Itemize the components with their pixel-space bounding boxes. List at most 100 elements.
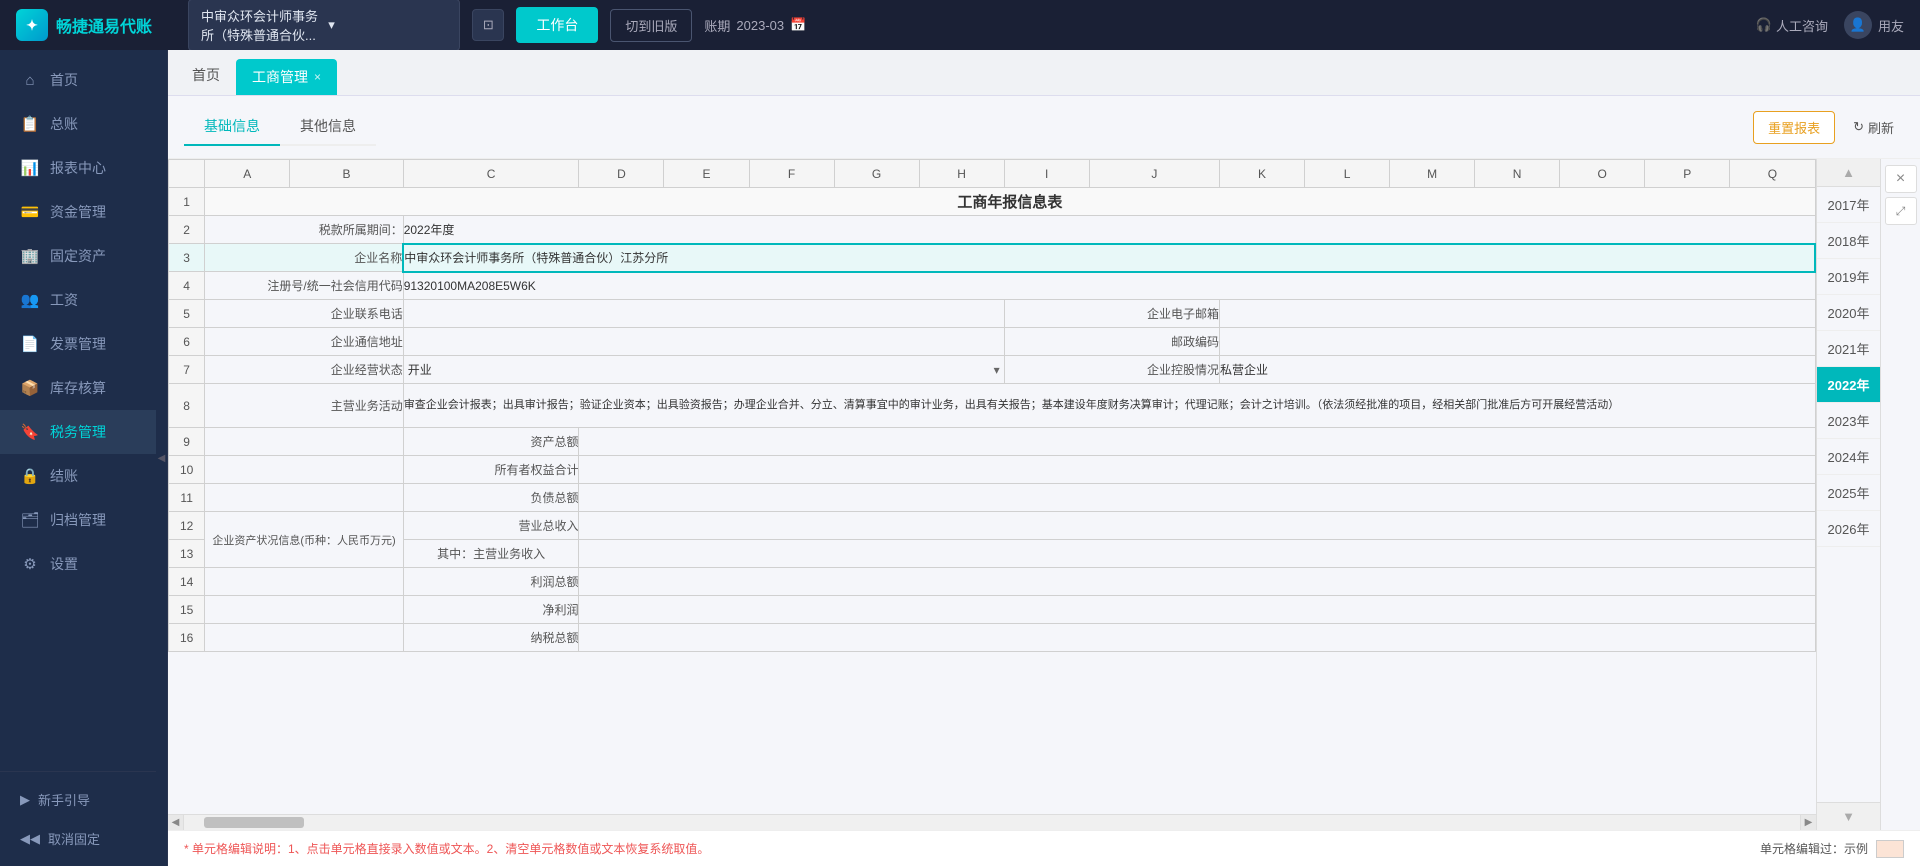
- row-num-9: 9: [169, 428, 205, 456]
- h-scroll-right-btn[interactable]: ▶: [1800, 815, 1816, 830]
- cell-16-label: 纳税总额: [403, 624, 579, 652]
- col-header-B[interactable]: B: [290, 160, 403, 188]
- col-header-C[interactable]: C: [403, 160, 579, 188]
- h-scroll-track[interactable]: [184, 815, 1800, 830]
- cell-12-value[interactable]: [579, 512, 1815, 540]
- col-header-L[interactable]: L: [1305, 160, 1390, 188]
- tab-home[interactable]: 首页: [176, 57, 236, 95]
- cell-5-left-value[interactable]: [403, 300, 1004, 328]
- cell-9-value[interactable]: [579, 428, 1815, 456]
- h-scroll-left-btn[interactable]: ◀: [168, 815, 184, 830]
- sidebar-item-tax[interactable]: 🔖 税务管理: [0, 410, 168, 454]
- unpin-button[interactable]: ◀◀ 取消固定: [0, 819, 168, 858]
- table-row: 12 企业资产状况信息(币种：人民币万元) 营业总收入: [169, 512, 1816, 540]
- year-2023[interactable]: 2023年: [1817, 403, 1880, 439]
- expand-panel-button[interactable]: ⤢: [1885, 197, 1917, 225]
- service-button[interactable]: 🎧 人工咨询: [1756, 16, 1828, 35]
- sidebar-item-wage[interactable]: 👥 工资: [0, 278, 168, 322]
- cell-14-value[interactable]: [579, 568, 1815, 596]
- copy-button[interactable]: ⊡: [472, 9, 504, 41]
- year-2019[interactable]: 2019年: [1817, 259, 1880, 295]
- new-user-guide[interactable]: ▶ 新手引导: [0, 780, 168, 819]
- sidebar-item-close[interactable]: 🔒 结账: [0, 454, 168, 498]
- cell-5-right-value[interactable]: [1220, 300, 1815, 328]
- h-scrollbar[interactable]: ◀ ▶: [168, 814, 1816, 830]
- col-header-E[interactable]: E: [664, 160, 749, 188]
- sidebar-item-report[interactable]: 📊 报表中心: [0, 146, 168, 190]
- cell-6-left-value[interactable]: [403, 328, 1004, 356]
- cell-11-value[interactable]: [579, 484, 1815, 512]
- col-header-K[interactable]: K: [1220, 160, 1305, 188]
- col-header-F[interactable]: F: [749, 160, 834, 188]
- tab-other-info[interactable]: 其他信息: [280, 108, 376, 146]
- year-2020[interactable]: 2020年: [1817, 295, 1880, 331]
- col-header-I[interactable]: I: [1004, 160, 1089, 188]
- cell-15-value[interactable]: [579, 596, 1815, 624]
- report-icon: 📊: [20, 158, 40, 178]
- old-version-button[interactable]: 切到旧版: [610, 9, 692, 42]
- close-panel-button[interactable]: ×: [1885, 165, 1917, 193]
- cell-4-value[interactable]: 91320100MA208E5W6K: [403, 272, 1815, 300]
- sidebar-item-archive[interactable]: 🗂 归档管理: [0, 498, 168, 542]
- year-2026[interactable]: 2026年: [1817, 511, 1880, 547]
- sidebar-item-fixed[interactable]: 🏢 固定资产: [0, 234, 168, 278]
- col-header-J[interactable]: J: [1089, 160, 1219, 188]
- window-controls: × ⤢: [1880, 159, 1920, 830]
- cell-7-right-value[interactable]: 私营企业: [1220, 356, 1815, 384]
- cell-title[interactable]: 工商年报信息表: [205, 188, 1815, 216]
- col-header-N[interactable]: N: [1475, 160, 1560, 188]
- company-select[interactable]: 中审众环会计师事务所（特殊普通合伙... ▾: [188, 0, 460, 51]
- cell-3-value[interactable]: 中审众环会计师事务所（特殊普通合伙）江苏分所: [403, 244, 1815, 272]
- refresh-button[interactable]: ↻ 刷新: [1843, 112, 1904, 143]
- sidebar-item-home[interactable]: ⌂ 首页: [0, 58, 168, 102]
- year-2018[interactable]: 2018年: [1817, 223, 1880, 259]
- sidebar-item-ledger[interactable]: 📋 总账: [0, 102, 168, 146]
- col-header-A[interactable]: A: [205, 160, 290, 188]
- cell-5-left-label: 企业联系电话: [205, 300, 403, 328]
- col-header-G[interactable]: G: [834, 160, 919, 188]
- table-row: 2 税款所属期间： 2022年度: [169, 216, 1816, 244]
- year-2021[interactable]: 2021年: [1817, 331, 1880, 367]
- cell-13-value[interactable]: [579, 540, 1815, 568]
- year-nav-up[interactable]: ▲: [1817, 159, 1880, 187]
- col-header-Q[interactable]: Q: [1730, 160, 1815, 188]
- row-num-2: 2: [169, 216, 205, 244]
- period-info: 账期 2023-03 📅: [704, 16, 806, 35]
- year-2017[interactable]: 2017年: [1817, 187, 1880, 223]
- year-2025[interactable]: 2025年: [1817, 475, 1880, 511]
- cell-7-dropdown[interactable]: 开业▾: [403, 356, 1004, 384]
- sidebar-item-invoice[interactable]: 📄 发票管理: [0, 322, 168, 366]
- cell-10-value[interactable]: [579, 456, 1815, 484]
- h-scroll-thumb[interactable]: [204, 817, 304, 828]
- year-2024[interactable]: 2024年: [1817, 439, 1880, 475]
- row-num-6: 6: [169, 328, 205, 356]
- reset-report-button[interactable]: 重置报表: [1753, 111, 1835, 144]
- year-2022[interactable]: 2022年: [1817, 367, 1880, 403]
- year-nav-down[interactable]: ▼: [1817, 802, 1880, 830]
- cell-16-value[interactable]: [579, 624, 1815, 652]
- sidebar-item-inventory[interactable]: 📦 库存核算: [0, 366, 168, 410]
- col-header-P[interactable]: P: [1645, 160, 1730, 188]
- sidebar: ◀ ⌂ 首页 📋 总账 📊 报表中心 💳 资金管理 🏢 固定资产: [0, 50, 168, 866]
- col-header-M[interactable]: M: [1390, 160, 1475, 188]
- tab-gongshang[interactable]: 工商管理 ×: [236, 59, 337, 95]
- close-book-icon: 🔒: [20, 466, 40, 486]
- tab-close-icon[interactable]: ×: [314, 70, 321, 84]
- sidebar-item-label: 总账: [50, 114, 78, 134]
- cell-6-right-value[interactable]: [1220, 328, 1815, 356]
- sidebar-item-settings[interactable]: ⚙ 设置: [0, 542, 168, 586]
- sidebar-item-fund[interactable]: 💳 资金管理: [0, 190, 168, 234]
- calendar-icon[interactable]: 📅: [790, 17, 806, 33]
- workbench-button[interactable]: 工作台: [516, 7, 598, 43]
- col-header-O[interactable]: O: [1560, 160, 1645, 188]
- table-row: 1 工商年报信息表: [169, 188, 1816, 216]
- sidebar-collapse-btn[interactable]: ◀: [156, 50, 168, 866]
- col-header-H[interactable]: H: [919, 160, 1004, 188]
- col-header-D[interactable]: D: [579, 160, 664, 188]
- tab-basic-info[interactable]: 基础信息: [184, 108, 280, 146]
- cell-8-value[interactable]: 审查企业会计报表；出具审计报告；验证企业资本；出具验资报告；办理企业合并、分立、…: [403, 384, 1815, 428]
- grid-scroll[interactable]: A B C D E F G H I J: [168, 159, 1816, 814]
- user-menu[interactable]: 👤 用友: [1844, 11, 1904, 39]
- cell-2-value[interactable]: 2022年度: [403, 216, 1815, 244]
- row-num-3: 3: [169, 244, 205, 272]
